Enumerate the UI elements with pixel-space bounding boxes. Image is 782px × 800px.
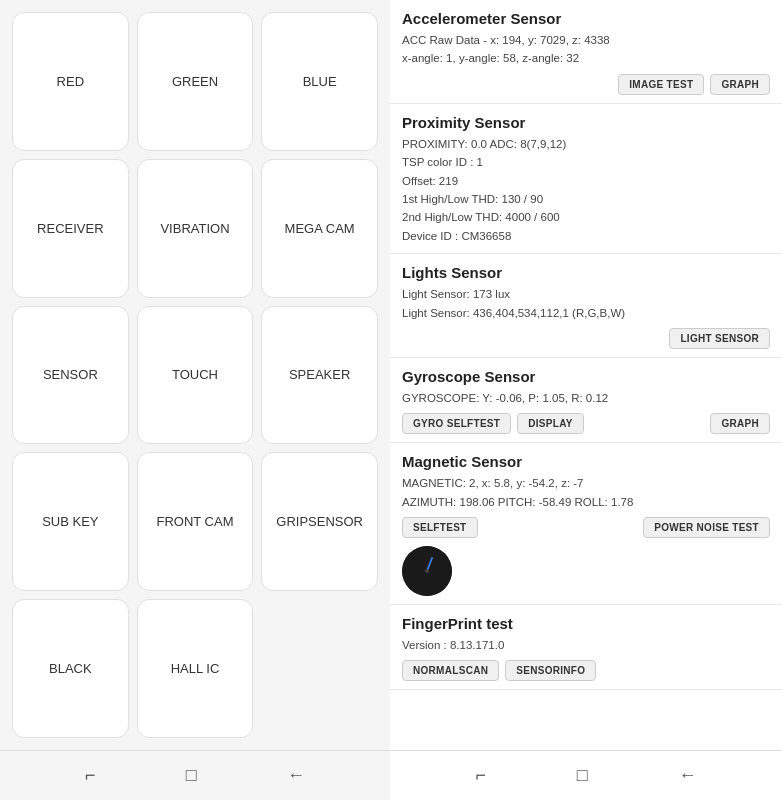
sensor-data-fingerprint: Version : 8.13.171.0 bbox=[402, 636, 770, 654]
sensor-title-gyroscope: Gyroscope Sensor bbox=[402, 368, 770, 385]
right-back-icon[interactable]: ← bbox=[679, 765, 697, 786]
btn-power-noise-test[interactable]: POWER NOISE TEST bbox=[643, 517, 770, 538]
left-home-icon[interactable]: □ bbox=[186, 765, 197, 786]
grid-cell-front-cam[interactable]: FRONT CAM bbox=[137, 452, 254, 591]
btn-row-accelerometer: IMAGE TEST GRAPH bbox=[402, 74, 770, 95]
btn-gyro-selftest[interactable]: GYRO SELFTEST bbox=[402, 413, 511, 434]
btn-selftest[interactable]: SELFTEST bbox=[402, 517, 478, 538]
sensor-title-fingerprint: FingerPrint test bbox=[402, 615, 770, 632]
right-wrapper: Accelerometer Sensor ACC Raw Data - x: 19… bbox=[390, 0, 782, 800]
left-nav-bar: ⌐ □ ← bbox=[0, 750, 390, 800]
btn-graph[interactable]: GRAPH bbox=[710, 74, 770, 95]
grid-cell-red[interactable]: RED bbox=[12, 12, 129, 151]
sensor-title-accelerometer: Accelerometer Sensor bbox=[402, 10, 770, 27]
btn-row-magnetic: SELFTEST POWER NOISE TEST bbox=[402, 517, 770, 538]
left-back-icon[interactable]: ← bbox=[287, 765, 305, 786]
sensor-data-line: Light Sensor: 173 lux bbox=[402, 285, 770, 303]
left-panel: RED GREEN BLUE RECEIVER VIBRATION MEGA CAM SEN… bbox=[0, 0, 390, 800]
sensor-data-line: TSP color ID : 1 bbox=[402, 153, 770, 171]
btn-row-gyroscope: GYRO SELFTEST DISPLAY GRAPH bbox=[402, 413, 770, 434]
grid-cell-blue[interactable]: BLUE bbox=[261, 12, 378, 151]
btn-row-lights: LIGHT SENSOR bbox=[402, 328, 770, 349]
sensor-data-line: AZIMUTH: 198.06 PITCH: -58.49 ROLL: 1.78 bbox=[402, 493, 770, 511]
grid-cell-touch[interactable]: TOUCH bbox=[137, 306, 254, 445]
sensor-data-line: 2nd High/Low THD: 4000 / 600 bbox=[402, 208, 770, 226]
grid-cell-label: GREEN bbox=[172, 74, 218, 89]
sensor-data-line: Device ID : CM36658 bbox=[402, 227, 770, 245]
grid-cell-label: TOUCH bbox=[172, 367, 218, 382]
btn-image-test[interactable]: IMAGE TEST bbox=[618, 74, 704, 95]
right-recent-icon[interactable]: ⌐ bbox=[475, 765, 486, 786]
sensor-data-gyroscope: GYROSCOPE: Y: -0.06, P: 1.05, R: 0.12 bbox=[402, 389, 770, 407]
sensor-data-line: ACC Raw Data - x: 194, y: 7029, z: 4338 bbox=[402, 31, 770, 49]
sensor-title-magnetic: Magnetic Sensor bbox=[402, 453, 770, 470]
sensor-data-line: Version : 8.13.171.0 bbox=[402, 636, 770, 654]
grid-cell-label: SPEAKER bbox=[289, 367, 350, 382]
grid-cell-hall-ic[interactable]: HALL IC bbox=[137, 599, 254, 738]
sensor-data-line: x-angle: 1, y-angle: 58, z-angle: 32 bbox=[402, 49, 770, 67]
grid-cell-receiver[interactable]: RECEIVER bbox=[12, 159, 129, 298]
grid-cell-mega-cam[interactable]: MEGA CAM bbox=[261, 159, 378, 298]
grid-cell-sensor[interactable]: SENSOR bbox=[12, 306, 129, 445]
grid-area: RED GREEN BLUE RECEIVER VIBRATION MEGA CAM SEN… bbox=[0, 0, 390, 750]
right-panel: Accelerometer Sensor ACC Raw Data - x: 19… bbox=[390, 0, 782, 750]
grid-cell-speaker[interactable]: SPEAKER bbox=[261, 306, 378, 445]
grid-cell-label: SENSOR bbox=[43, 367, 98, 382]
btn-light-sensor[interactable]: LIGHT SENSOR bbox=[669, 328, 770, 349]
sensor-data-magnetic: MAGNETIC: 2, x: 5.8, y: -54.2, z: -7AZIM… bbox=[402, 474, 770, 511]
right-home-icon[interactable]: □ bbox=[577, 765, 588, 786]
grid-cell-label: MEGA CAM bbox=[285, 221, 355, 236]
grid-cell-label: HALL IC bbox=[171, 661, 220, 676]
grid-cell-label: RED bbox=[57, 74, 84, 89]
sensor-data-line: Offset: 219 bbox=[402, 172, 770, 190]
btn-normalscan[interactable]: NORMALSCAN bbox=[402, 660, 499, 681]
sensor-data-line: GYROSCOPE: Y: -0.06, P: 1.05, R: 0.12 bbox=[402, 389, 770, 407]
sensor-data-accelerometer: ACC Raw Data - x: 194, y: 7029, z: 4338x… bbox=[402, 31, 770, 68]
btn-sensorinfo[interactable]: SENSORINFO bbox=[505, 660, 596, 681]
sensor-data-lights: Light Sensor: 173 luxLight Sensor: 436,4… bbox=[402, 285, 770, 322]
grid-cell-label: SUB KEY bbox=[42, 514, 98, 529]
right-nav-bar: ⌐ □ ← bbox=[390, 750, 782, 800]
grid-cell-vibration[interactable]: VIBRATION bbox=[137, 159, 254, 298]
grid-cell-label: GRIPSENSOR bbox=[276, 514, 363, 529]
grid-cell-label: FRONT CAM bbox=[156, 514, 233, 529]
sensor-section-proximity: Proximity Sensor PROXIMITY: 0.0 ADC: 8(7,… bbox=[390, 104, 782, 254]
svg-point-2 bbox=[425, 569, 429, 573]
grid-cell-green[interactable]: GREEN bbox=[137, 12, 254, 151]
grid-cell-label: BLUE bbox=[303, 74, 337, 89]
magnetic-visual bbox=[402, 546, 452, 596]
grid-cell-label: RECEIVER bbox=[37, 221, 103, 236]
sensor-section-magnetic: Magnetic Sensor MAGNETIC: 2, x: 5.8, y: -… bbox=[390, 443, 782, 605]
btn-display[interactable]: DISPLAY bbox=[517, 413, 584, 434]
grid-cell-label: VIBRATION bbox=[160, 221, 229, 236]
btn-row-fingerprint: NORMALSCAN SENSORINFO bbox=[402, 660, 770, 681]
grid-cell-black[interactable]: BLACK bbox=[12, 599, 129, 738]
grid-cell-empty bbox=[261, 599, 378, 738]
sensor-section-gyroscope: Gyroscope Sensor GYROSCOPE: Y: -0.06, P: … bbox=[390, 358, 782, 443]
sensor-data-line: MAGNETIC: 2, x: 5.8, y: -54.2, z: -7 bbox=[402, 474, 770, 492]
sensor-data-proximity: PROXIMITY: 0.0 ADC: 8(7,9,12)TSP color I… bbox=[402, 135, 770, 245]
sensor-section-lights: Lights Sensor Light Sensor: 173 luxLight … bbox=[390, 254, 782, 358]
grid-cell-gripsensor[interactable]: GRIPSENSOR bbox=[261, 452, 378, 591]
sensor-data-line: PROXIMITY: 0.0 ADC: 8(7,9,12) bbox=[402, 135, 770, 153]
sensor-section-fingerprint: FingerPrint test Version : 8.13.171.0 NORM… bbox=[390, 605, 782, 690]
sensor-title-proximity: Proximity Sensor bbox=[402, 114, 770, 131]
btn-graph[interactable]: GRAPH bbox=[710, 413, 770, 434]
sensor-title-lights: Lights Sensor bbox=[402, 264, 770, 281]
sensor-data-line: Light Sensor: 436,404,534,112,1 (R,G,B,W… bbox=[402, 304, 770, 322]
sensor-data-line: 1st High/Low THD: 130 / 90 bbox=[402, 190, 770, 208]
grid-cell-label: BLACK bbox=[49, 661, 92, 676]
sensor-section-accelerometer: Accelerometer Sensor ACC Raw Data - x: 19… bbox=[390, 0, 782, 104]
grid-cell-sub-key[interactable]: SUB KEY bbox=[12, 452, 129, 591]
left-recent-icon[interactable]: ⌐ bbox=[85, 765, 96, 786]
